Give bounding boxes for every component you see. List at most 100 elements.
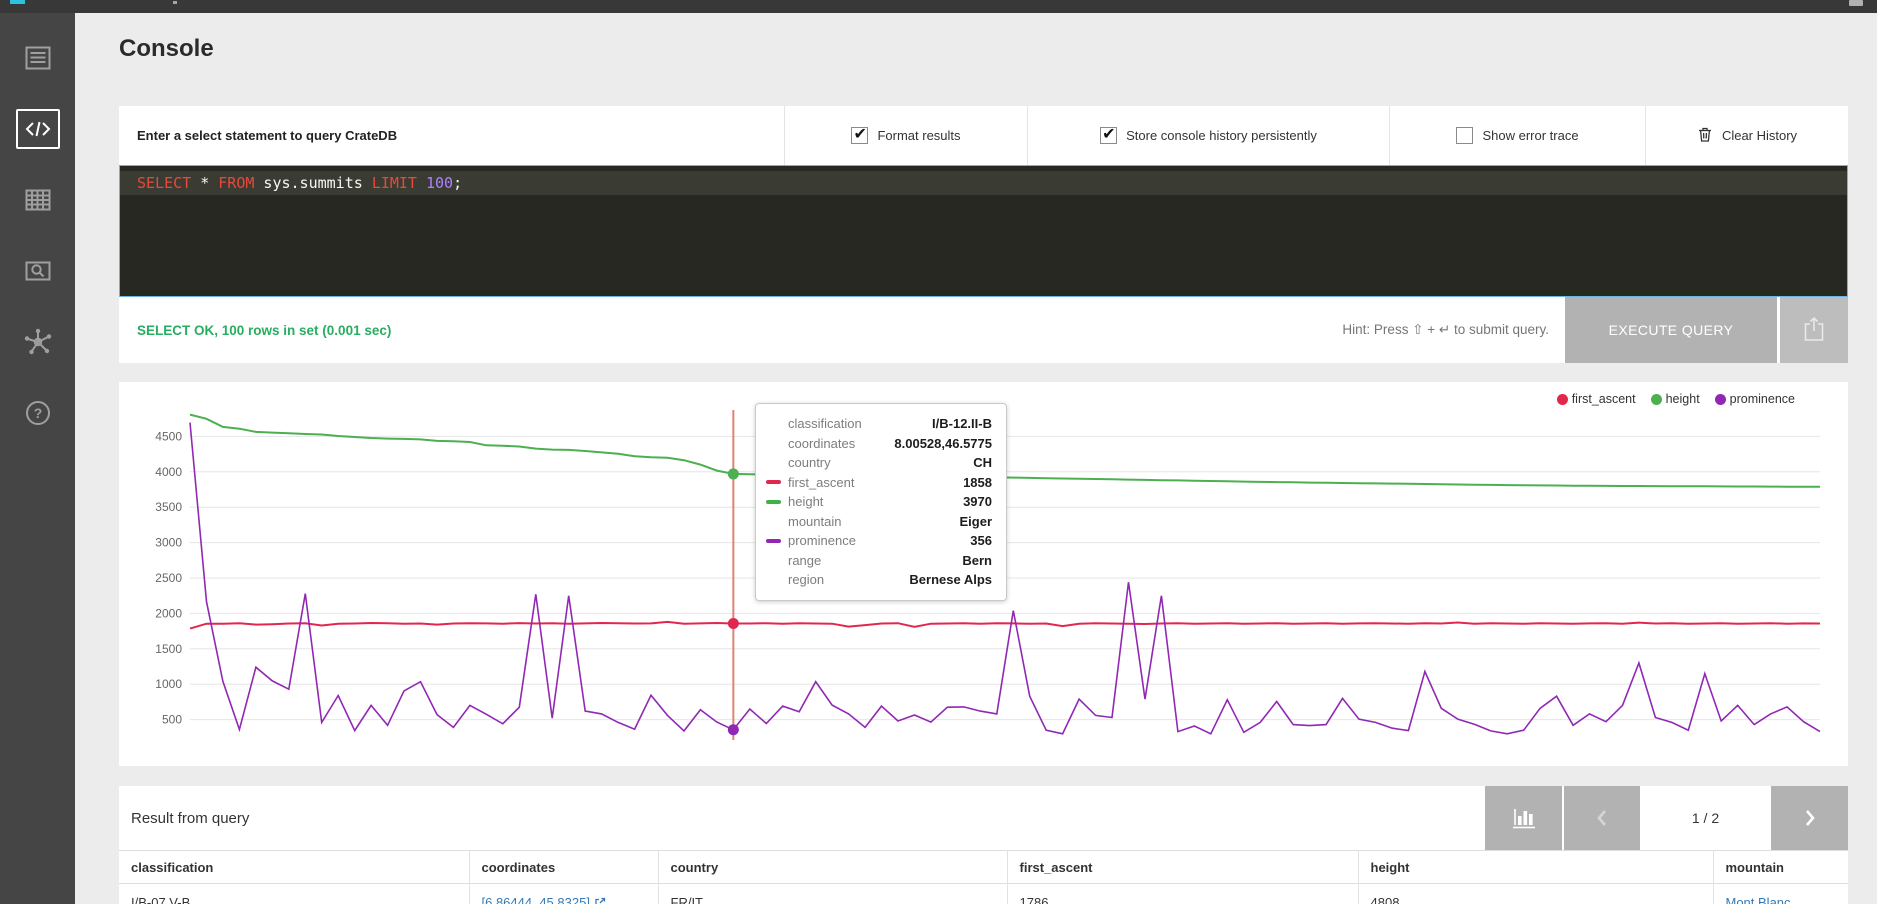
navbar-dot bbox=[173, 1, 177, 4]
results-header: Result from query 1 / 2 bbox=[119, 786, 1848, 850]
sql-token: 100 bbox=[416, 174, 454, 192]
chevron-right-icon bbox=[1805, 810, 1815, 826]
chevron-left-icon bbox=[1597, 810, 1606, 826]
next-page-button[interactable] bbox=[1771, 786, 1848, 850]
svg-text:3000: 3000 bbox=[155, 536, 182, 550]
results-panel: Result from query 1 / 2 classification c… bbox=[119, 786, 1848, 904]
trash-icon bbox=[1697, 126, 1713, 146]
sidebar-item-console[interactable] bbox=[0, 100, 75, 158]
sql-token: ; bbox=[453, 174, 463, 192]
share-icon bbox=[1801, 315, 1827, 346]
share-query-button[interactable] bbox=[1780, 297, 1848, 363]
query-status-message: SELECT OK, 100 rows in set (0.001 sec) bbox=[137, 322, 392, 338]
legend-item-prominence[interactable]: prominence bbox=[1714, 392, 1795, 406]
height-dot-icon bbox=[1650, 393, 1662, 405]
sql-editor[interactable]: SELECT * FROM sys.summits LIMIT 100; bbox=[119, 165, 1848, 297]
svg-text:1000: 1000 bbox=[155, 677, 182, 691]
tooltip-row: prominence 356 bbox=[766, 531, 992, 551]
cell-mountain: Mont Blanc bbox=[1713, 884, 1848, 904]
mountain-link[interactable]: Mont Blanc bbox=[1726, 895, 1791, 904]
console-options-row: Enter a select statement to query CrateD… bbox=[119, 106, 1848, 165]
cell-height: 4808 bbox=[1358, 883, 1714, 904]
sql-token: sys.summits bbox=[254, 174, 372, 192]
cell-coordinates: [6.86444, 45.8325] bbox=[469, 883, 659, 904]
format-results-option[interactable]: Format results bbox=[784, 106, 1027, 165]
chart-panel: 500 1000 1500 2000 2500 3000 3500 4000 4500 firs… bbox=[119, 382, 1848, 766]
svg-text:4000: 4000 bbox=[155, 465, 182, 479]
svg-text:2500: 2500 bbox=[155, 571, 182, 585]
store-history-option[interactable]: Store console history persistently bbox=[1027, 106, 1389, 165]
help-question-icon: ? bbox=[16, 391, 60, 435]
show-error-trace-option[interactable]: Show error trace bbox=[1389, 106, 1645, 165]
store-history-label: Store console history persistently bbox=[1126, 128, 1317, 143]
column-header-coordinates: coordinates bbox=[469, 850, 659, 884]
format-results-label: Format results bbox=[877, 128, 961, 143]
sidebar-item-help[interactable]: ? bbox=[0, 384, 75, 442]
main-content: Console Enter a select statement to quer… bbox=[75, 13, 1877, 904]
column-header-first-ascent: first_ascent bbox=[1007, 850, 1359, 884]
prominence-dot-icon bbox=[1714, 393, 1726, 405]
sidebar-item-cluster[interactable] bbox=[0, 313, 75, 371]
height-marker-icon bbox=[766, 499, 781, 504]
first-ascent-marker-icon bbox=[766, 480, 781, 485]
show-error-trace-label: Show error trace bbox=[1482, 128, 1579, 143]
execute-query-button[interactable]: EXECUTE QUERY bbox=[1565, 297, 1777, 363]
cluster-network-icon bbox=[15, 319, 61, 365]
sidebar: ? bbox=[0, 13, 75, 904]
bar-chart-icon bbox=[1512, 809, 1535, 829]
sql-token: * bbox=[191, 174, 219, 192]
column-header-country: country bbox=[658, 850, 1008, 884]
store-history-checkbox[interactable] bbox=[1100, 124, 1118, 144]
results-table-header-row: classification coordinates country first… bbox=[119, 850, 1848, 884]
data-browser-icon bbox=[16, 249, 60, 293]
tooltip-row: country CH bbox=[788, 455, 992, 471]
console-prompt-label: Enter a select statement to query CrateD… bbox=[137, 128, 398, 143]
clear-history-label: Clear History bbox=[1721, 128, 1798, 143]
previous-page-button[interactable] bbox=[1564, 786, 1640, 850]
sidebar-item-overview[interactable] bbox=[0, 29, 75, 87]
sql-query-line: SELECT * FROM sys.summits LIMIT 100; bbox=[120, 171, 1847, 195]
crate-logo-fragment bbox=[10, 0, 25, 4]
settings-icon[interactable] bbox=[1849, 0, 1863, 6]
legend-label: prominence bbox=[1729, 392, 1795, 406]
submit-hint: Hint: Press ⇧ + ↵ to submit query. bbox=[1342, 322, 1549, 337]
legend-item-height[interactable]: height bbox=[1650, 392, 1700, 406]
legend-item-first-ascent[interactable]: first_ascent bbox=[1556, 392, 1636, 406]
top-navbar bbox=[0, 0, 1877, 13]
column-header-classification: classification bbox=[119, 850, 470, 884]
sql-token: SELECT bbox=[137, 174, 192, 192]
cell-classification: I/B-07.V-B bbox=[119, 883, 470, 904]
sql-token: FROM bbox=[218, 174, 255, 192]
tables-grid-icon bbox=[16, 178, 60, 222]
column-header-mountain: mountain bbox=[1725, 859, 1785, 875]
table-row: I/B-07.V-B [6.86444, 45.8325] FR/IT 1786… bbox=[119, 883, 1848, 904]
chart-tooltip: classification I/B-12.II-B coordinates 8.0… bbox=[755, 403, 1007, 601]
tooltip-row: height 3970 bbox=[766, 492, 992, 512]
sidebar-item-browser[interactable] bbox=[0, 242, 75, 300]
legend-label: height bbox=[1665, 392, 1700, 406]
cell-first-ascent: 1786 bbox=[1007, 883, 1359, 904]
clear-history-button[interactable]: Clear History bbox=[1645, 106, 1848, 165]
console-panel: Enter a select statement to query CrateD… bbox=[119, 106, 1848, 363]
external-link-icon bbox=[595, 897, 606, 904]
query-status-row: SELECT OK, 100 rows in set (0.001 sec) H… bbox=[119, 297, 1848, 363]
tooltip-row: coordinates 8.00528,46.5775 bbox=[788, 435, 992, 451]
results-title: Result from query bbox=[131, 809, 250, 827]
format-results-checkbox[interactable] bbox=[851, 124, 869, 144]
prominence-marker-icon bbox=[766, 538, 781, 543]
svg-text:3500: 3500 bbox=[155, 500, 182, 514]
tooltip-row: classification I/B-12.II-B bbox=[788, 416, 992, 432]
svg-text:1500: 1500 bbox=[155, 642, 182, 656]
tooltip-row: mountain Eiger bbox=[788, 513, 992, 529]
coordinates-link[interactable]: [6.86444, 45.8325] bbox=[482, 895, 606, 904]
svg-text:2000: 2000 bbox=[155, 606, 182, 620]
tooltip-row: first_ascent 1858 bbox=[766, 473, 992, 493]
svg-text:4500: 4500 bbox=[155, 429, 182, 443]
show-error-trace-checkbox[interactable] bbox=[1456, 127, 1474, 144]
chart-toggle-button[interactable] bbox=[1485, 786, 1562, 850]
sidebar-item-tables[interactable] bbox=[0, 171, 75, 229]
console-code-icon bbox=[15, 109, 60, 149]
sql-token: LIMIT bbox=[371, 174, 417, 192]
tooltip-row: range Bern bbox=[788, 552, 992, 568]
results-table: classification coordinates country first… bbox=[119, 850, 1848, 904]
